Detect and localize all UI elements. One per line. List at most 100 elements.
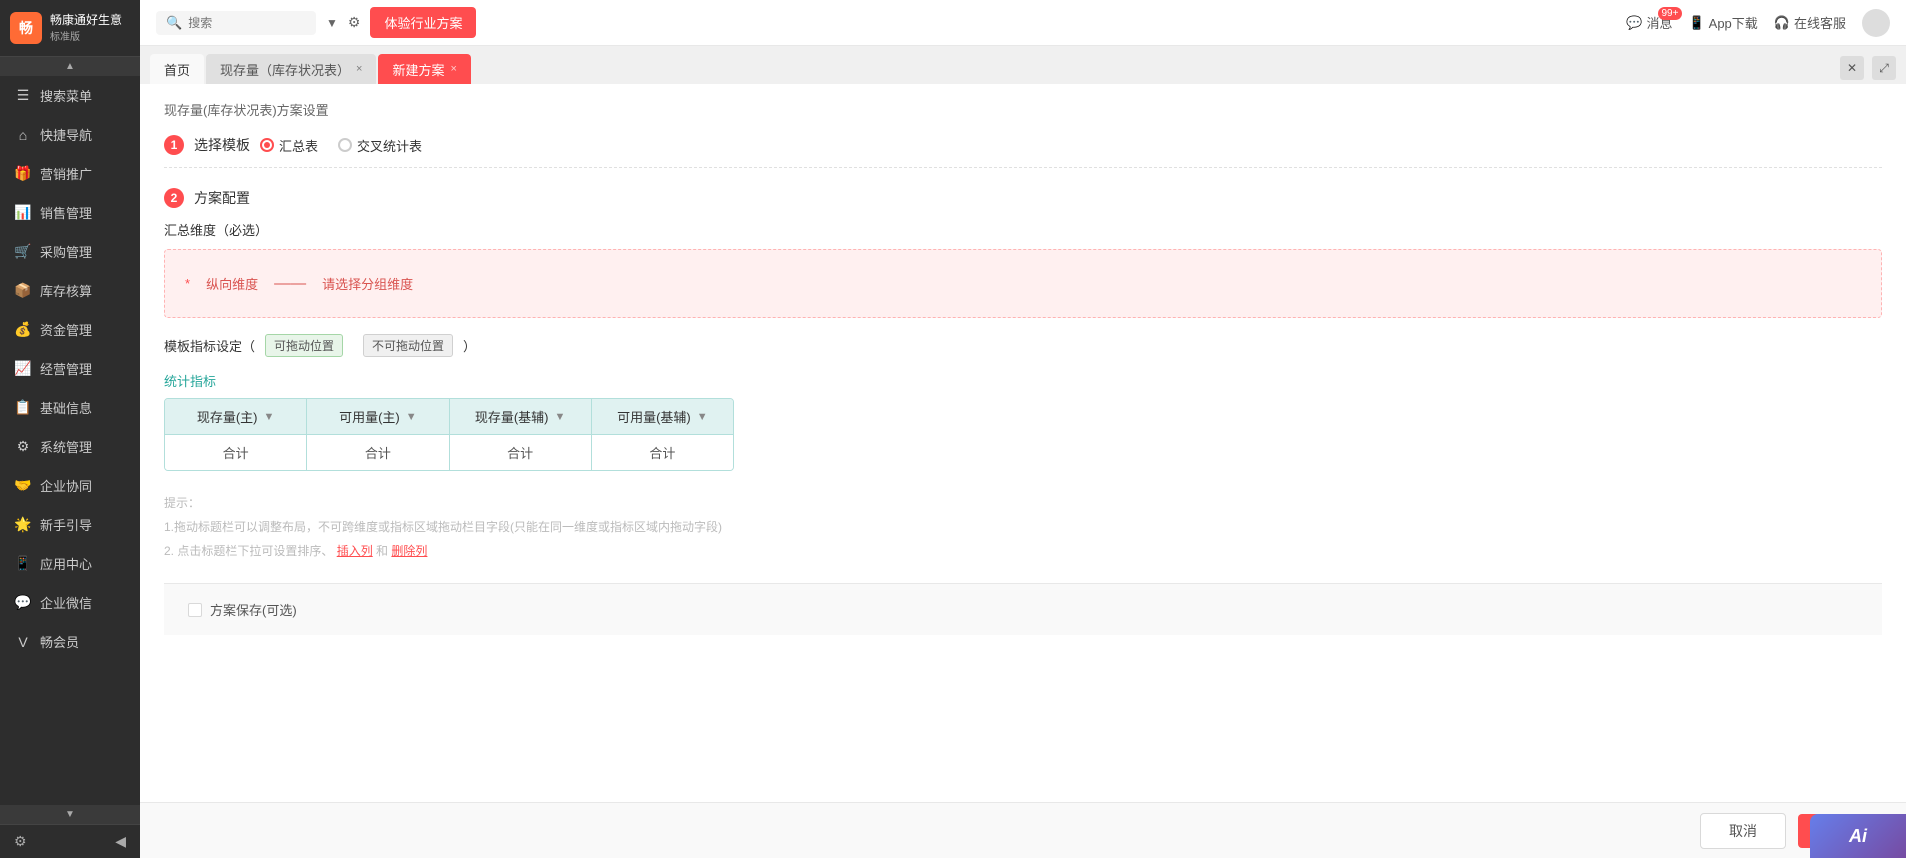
- stats-col-1-dropdown-icon[interactable]: ▼: [406, 411, 417, 423]
- sidebar-item-vip[interactable]: V 畅会员: [0, 622, 140, 661]
- sidebar-item-inventory[interactable]: 📦 库存核算: [0, 271, 140, 310]
- window-expand-icon[interactable]: ⤢: [1872, 56, 1896, 80]
- tab-new-scheme[interactable]: 新建方案 ×: [378, 54, 470, 84]
- stats-section-label: 统计指标: [164, 371, 1882, 390]
- search-input[interactable]: [188, 16, 306, 30]
- topbar-gear-icon[interactable]: ⚙: [348, 14, 361, 31]
- dim-box[interactable]: * 纵向维度 —— 请选择分组维度: [164, 249, 1882, 318]
- sidebar-item-cooperation[interactable]: 🤝 企业协同: [0, 466, 140, 505]
- cancel-button[interactable]: 取消: [1700, 813, 1786, 849]
- tabs-right-controls: ✕ ⤢: [1840, 56, 1896, 84]
- tip2: 2. 点击标题栏下拉可设置排序、 插入列 和 删除列: [164, 539, 1882, 563]
- sidebar-item-system[interactable]: ⚙ 系统管理: [0, 427, 140, 466]
- dim-box-inner: * 纵向维度 —— 请选择分组维度: [185, 274, 1861, 293]
- sidebar-item-purchase[interactable]: 🛒 采购管理: [0, 232, 140, 271]
- app-download-item[interactable]: 📱 App下载: [1688, 13, 1757, 32]
- cart-icon: 🛒: [14, 243, 32, 261]
- star-icon: 🌟: [14, 516, 32, 534]
- trend-icon: 📈: [14, 360, 32, 378]
- dim-placeholder: 请选择分组维度: [322, 274, 413, 293]
- stats-col-3[interactable]: 可用量(基辅) ▼: [592, 399, 733, 434]
- sidebar-item-operation[interactable]: 📈 经营管理: [0, 349, 140, 388]
- sidebar-item-label: 畅会员: [40, 632, 79, 651]
- search-box[interactable]: 🔍: [156, 11, 316, 35]
- fixed-chip: 不可拖动位置: [363, 334, 453, 357]
- topbar-right: 💬 消息 99+ 📱 App下载 🎧 在线客服: [1626, 9, 1890, 37]
- sidebar-item-label: 销售管理: [40, 203, 92, 222]
- tip-title: 提示：: [164, 491, 1882, 515]
- stats-cell-3: 合计: [592, 435, 733, 470]
- dropdown-icon[interactable]: ▼: [326, 16, 338, 30]
- section1-num: 1: [164, 135, 184, 155]
- stats-col-0-label: 现存量(主): [197, 407, 258, 426]
- tip2-link1[interactable]: 插入列: [337, 544, 373, 558]
- headset-icon: 🎧: [1774, 15, 1790, 31]
- message-item[interactable]: 💬 消息 99+: [1626, 13, 1672, 32]
- tip1: 1.拖动标题栏可以调整布局，不可跨维度或指标区域拖动栏目字段(只能在同一维度或指…: [164, 515, 1882, 539]
- section-config: 2 方案配置 汇总维度（必选） * 纵向维度 —— 请选择分组维度 模板指标设定…: [164, 188, 1882, 563]
- tab-inventory-status[interactable]: 现存量（库存状况表） ×: [206, 54, 376, 84]
- dim-required-mark: *: [185, 276, 190, 291]
- sidebar-item-basic-info[interactable]: 📋 基础信息: [0, 388, 140, 427]
- sidebar-item-label: 搜索菜单: [40, 86, 92, 105]
- tab-inventory-close-icon[interactable]: ×: [356, 63, 362, 75]
- sidebar-scroll-down[interactable]: ▼: [0, 805, 140, 824]
- collapse-icon[interactable]: ◀: [115, 833, 126, 850]
- sidebar-item-label: 基础信息: [40, 398, 92, 417]
- section1-title: 选择模板: [194, 135, 250, 155]
- sidebar-nav: ☰ 搜索菜单 ⌂ 快捷导航 🎁 营销推广 📊 销售管理 🛒 采购管理 📦 库存核…: [0, 76, 140, 805]
- settings-icon[interactable]: ⚙: [14, 833, 27, 850]
- window-close-icon[interactable]: ✕: [1840, 56, 1864, 80]
- section1-header: 1 选择模板 汇总表 交叉统计表: [164, 135, 1882, 155]
- stats-table: 现存量(主) ▼ 可用量(主) ▼ 现存量(基辅) ▼ 可用量(基辅): [164, 398, 734, 471]
- mobile-icon: 📱: [14, 555, 32, 573]
- stats-cell-2: 合计: [450, 435, 592, 470]
- tab-new-scheme-close-icon[interactable]: ×: [450, 63, 456, 75]
- ai-float-button[interactable]: Ai: [1810, 814, 1906, 858]
- search-icon: 🔍: [166, 15, 182, 31]
- sidebar-item-app-center[interactable]: 📱 应用中心: [0, 544, 140, 583]
- sidebar-item-label: 库存核算: [40, 281, 92, 300]
- stats-col-2[interactable]: 现存量(基辅) ▼: [450, 399, 592, 434]
- app-name: 畅康通好生意: [50, 13, 122, 29]
- sidebar-item-quick-nav[interactable]: ⌂ 快捷导航: [0, 115, 140, 154]
- save-option: 方案保存(可选): [188, 600, 1858, 619]
- section2-num: 2: [164, 188, 184, 208]
- tip2-link2[interactable]: 删除列: [391, 544, 427, 558]
- tabs-bar: 首页 现存量（库存状况表） × 新建方案 × ✕ ⤢: [140, 46, 1906, 84]
- stats-table-row: 合计 合计 合计 合计: [165, 434, 733, 470]
- sidebar-item-label: 营销推广: [40, 164, 92, 183]
- template-radio-group: 汇总表 交叉统计表: [260, 136, 422, 155]
- stats-col-3-dropdown-icon[interactable]: ▼: [697, 411, 708, 423]
- online-service-label: 在线客服: [1794, 13, 1846, 32]
- stats-col-0[interactable]: 现存量(主) ▼: [165, 399, 307, 434]
- sidebar-item-weixin[interactable]: 💬 企业微信: [0, 583, 140, 622]
- sidebar-scroll-up[interactable]: ▲: [0, 57, 140, 76]
- online-service-item[interactable]: 🎧 在线客服: [1774, 13, 1846, 32]
- user-avatar[interactable]: [1862, 9, 1890, 37]
- sidebar-item-sales[interactable]: 📊 销售管理: [0, 193, 140, 232]
- save-option-area: 方案保存(可选): [164, 583, 1882, 635]
- home-icon: ⌂: [14, 126, 32, 144]
- stats-col-1[interactable]: 可用量(主) ▼: [307, 399, 449, 434]
- radio-cross[interactable]: 交叉统计表: [338, 136, 422, 155]
- sidebar-item-search-menu[interactable]: ☰ 搜索菜单: [0, 76, 140, 115]
- save-checkbox[interactable]: [188, 603, 202, 617]
- handshake-icon: 🤝: [14, 477, 32, 495]
- sidebar-item-marketing[interactable]: 🎁 营销推广: [0, 154, 140, 193]
- sidebar-item-guide[interactable]: 🌟 新手引导: [0, 505, 140, 544]
- tab-home[interactable]: 首页: [150, 54, 204, 84]
- dim-vertical-label: 纵向维度: [206, 274, 258, 293]
- tip2-prefix: 2. 点击标题栏下拉可设置排序、: [164, 544, 333, 558]
- stats-col-3-label: 可用量(基辅): [617, 407, 691, 426]
- app-download-label: App下载: [1709, 13, 1758, 32]
- section-template: 1 选择模板 汇总表 交叉统计表: [164, 135, 1882, 168]
- sidebar-item-finance[interactable]: 💰 资金管理: [0, 310, 140, 349]
- trial-button[interactable]: 体验行业方案: [370, 7, 476, 38]
- app-version: 标准版: [50, 28, 122, 43]
- movable-chip: 可拖动位置: [265, 334, 343, 357]
- stats-col-0-dropdown-icon[interactable]: ▼: [264, 411, 275, 423]
- radio-summary-circle: [260, 138, 274, 152]
- stats-col-2-dropdown-icon[interactable]: ▼: [555, 411, 566, 423]
- radio-summary[interactable]: 汇总表: [260, 136, 318, 155]
